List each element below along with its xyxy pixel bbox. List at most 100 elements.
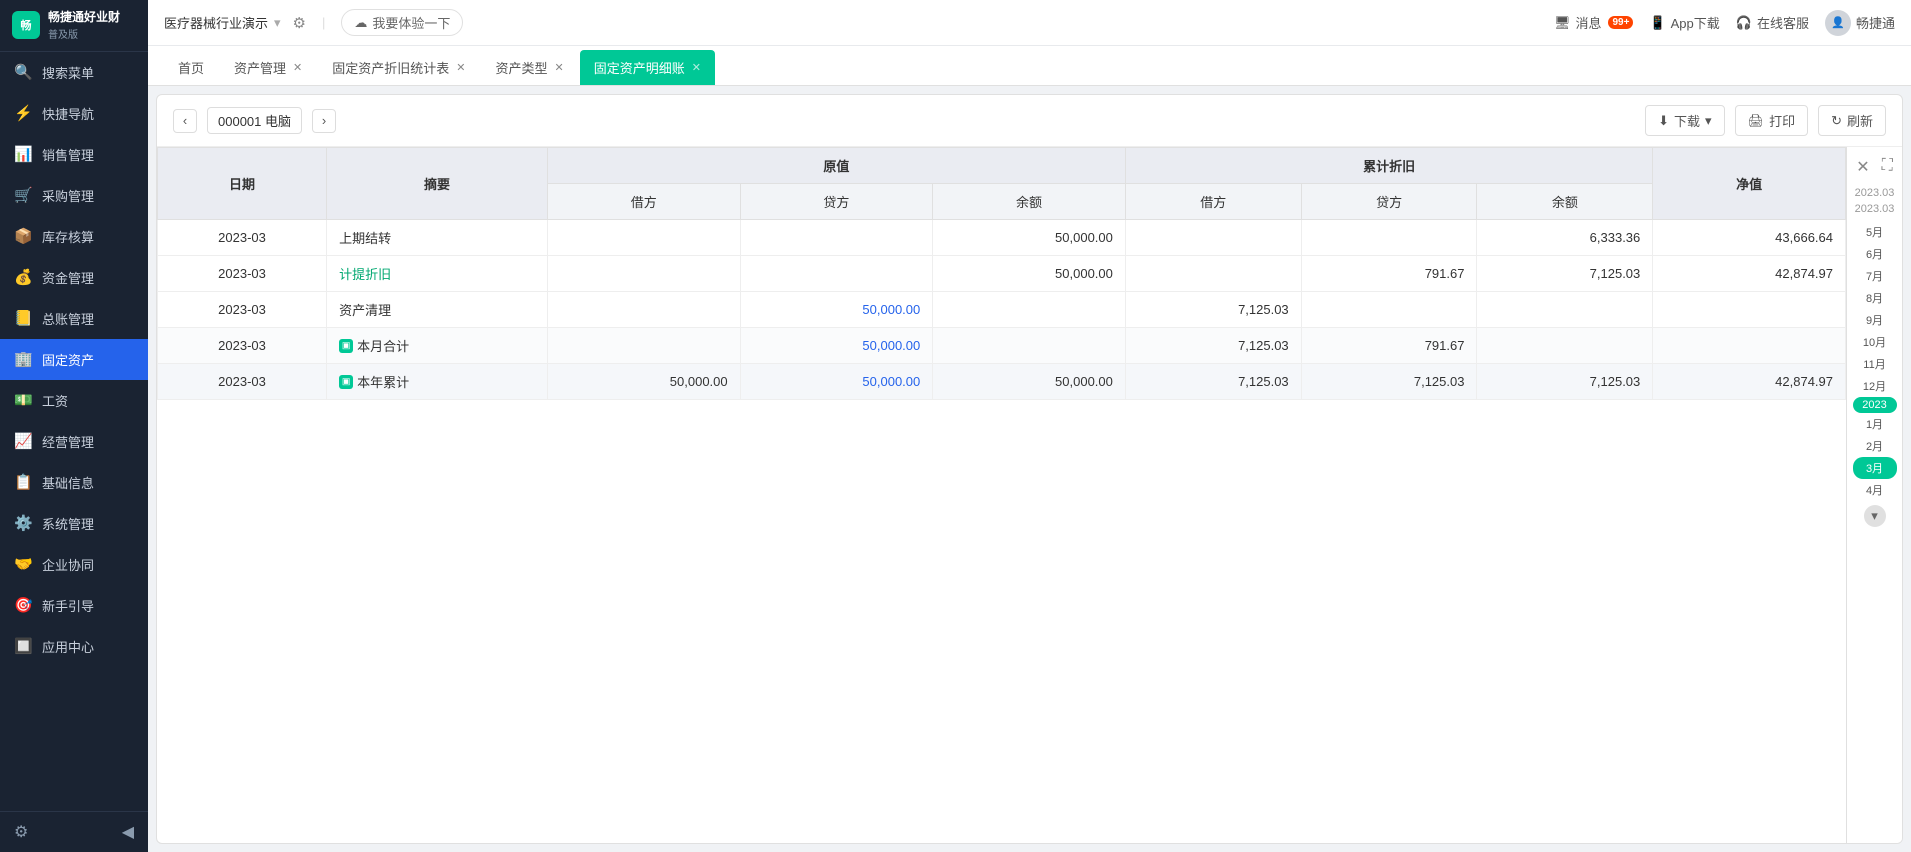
tab-home[interactable]: 首页: [164, 50, 218, 85]
tab-asset-type[interactable]: 资产类型 ✕: [481, 50, 577, 85]
sidebar-item-label: 基础信息: [42, 473, 94, 492]
timeline-month[interactable]: 5月: [1853, 221, 1897, 243]
customer-service-btn[interactable]: 🎧 在线客服: [1736, 13, 1809, 32]
print-btn[interactable]: 🖨 打印: [1735, 105, 1809, 136]
timeline-month[interactable]: 2月: [1853, 435, 1897, 457]
timeline-month[interactable]: 6月: [1853, 243, 1897, 265]
settings-icon[interactable]: ⚙: [14, 822, 28, 842]
timeline-month[interactable]: 3月: [1853, 457, 1897, 479]
sidebar-item-inventory[interactable]: 📦 库存核算: [0, 216, 148, 257]
sidebar-item-enterprise[interactable]: 🤝 企业协同: [0, 544, 148, 585]
cell-summary: ▣本月合计: [327, 328, 548, 364]
sidebar-item-basic-info[interactable]: 📋 基础信息: [0, 462, 148, 503]
cell-ov-balance: [933, 292, 1126, 328]
company-selector[interactable]: 医疗器械行业演示 ▾: [164, 13, 281, 32]
timeline-month[interactable]: 7月: [1853, 265, 1897, 287]
table-row: 2023-03 资产清理 50,000.00 7,125.03: [158, 292, 1846, 328]
sidebar-item-purchase[interactable]: 🛒 采购管理: [0, 175, 148, 216]
timeline-month[interactable]: 10月: [1853, 331, 1897, 353]
experience-label: 我要体验一下: [372, 13, 450, 32]
cell-ad-balance: [1477, 292, 1653, 328]
cell-ov-credit: [740, 256, 933, 292]
tab-asset-mgmt[interactable]: 资产管理 ✕: [220, 50, 316, 85]
download-icon: ⬇: [1658, 113, 1669, 129]
timeline-month[interactable]: 8月: [1853, 287, 1897, 309]
purchase-icon: 🛒: [14, 186, 32, 204]
col-ad-debit: 借方: [1125, 184, 1301, 220]
sidebar-item-label: 应用中心: [42, 637, 94, 656]
guide-icon: 🎯: [14, 596, 32, 614]
sidebar-item-ledger[interactable]: 📒 总账管理: [0, 298, 148, 339]
sidebar-item-label: 采购管理: [42, 186, 94, 205]
sidebar-item-system[interactable]: ⚙️ 系统管理: [0, 503, 148, 544]
content-card: ‹ 000001 电脑 › ⬇ 下载 ▾ 🖨 打印 ↻ 刷新: [156, 94, 1903, 844]
cell-ad-balance: 7,125.03: [1477, 364, 1653, 400]
tab-close-icon[interactable]: ✕: [293, 61, 302, 74]
cell-ov-credit: 50,000.00: [740, 364, 933, 400]
sidebar-item-label: 工资: [42, 391, 68, 410]
prev-asset-btn[interactable]: ‹: [173, 109, 197, 133]
timeline-month[interactable]: 4月: [1853, 479, 1897, 501]
cell-ov-credit: 50,000.00: [740, 328, 933, 364]
table-wrapper: 日期 摘要 原值 累计折旧 净值 借方 贷方 余额 借方: [157, 147, 1846, 843]
timeline-month[interactable]: 11月: [1853, 353, 1897, 375]
sidebar-item-quick-nav[interactable]: ⚡ 快捷导航: [0, 93, 148, 134]
sidebar-item-search[interactable]: 🔍 搜索菜单: [0, 52, 148, 93]
refresh-btn[interactable]: ↻ 刷新: [1818, 105, 1886, 136]
experience-btn[interactable]: ☁ 我要体验一下: [341, 9, 463, 36]
tab-close-icon[interactable]: ✕: [456, 61, 465, 74]
timeline-year-badge[interactable]: 2023: [1853, 397, 1897, 413]
sidebar-item-funds[interactable]: 💰 资金管理: [0, 257, 148, 298]
tab-label: 固定资产折旧统计表: [332, 58, 449, 77]
tab-close-icon[interactable]: ✕: [692, 61, 701, 74]
app-download-btn[interactable]: 📱 App下载: [1649, 13, 1719, 32]
cell-ov-credit: 50,000.00: [740, 292, 933, 328]
col-ov-balance: 余额: [933, 184, 1126, 220]
messages-btn[interactable]: 🖥 消息 99+: [1554, 13, 1634, 32]
cell-date: 2023-03: [158, 364, 327, 400]
tab-asset-detail[interactable]: 固定资产明细账 ✕: [580, 50, 715, 85]
sidebar-footer: ⚙ ◀: [0, 811, 148, 852]
refresh-icon: ↻: [1831, 113, 1842, 129]
tab-depreciation-stats[interactable]: 固定资产折旧统计表 ✕: [318, 50, 479, 85]
sidebar-item-label: 系统管理: [42, 514, 94, 533]
sidebar-item-sales[interactable]: 📊 销售管理: [0, 134, 148, 175]
settings-gear-icon[interactable]: ⚙: [293, 14, 306, 32]
asset-detail-table: 日期 摘要 原值 累计折旧 净值 借方 贷方 余额 借方: [157, 147, 1846, 400]
col-original-value: 原值: [548, 148, 1126, 184]
panel-expand-btn[interactable]: ⛶: [1878, 153, 1897, 181]
download-btn[interactable]: ⬇ 下载 ▾: [1645, 105, 1724, 136]
col-ad-balance: 余额: [1477, 184, 1653, 220]
timeline-month[interactable]: 12月: [1853, 375, 1897, 397]
cell-ad-debit: [1125, 220, 1301, 256]
company-name: 医疗器械行业演示: [164, 13, 268, 32]
tab-close-icon[interactable]: ✕: [555, 61, 564, 74]
timeline: 5月6月7月8月9月10月11月12月20231月2月3月4月 ▾: [1853, 221, 1897, 527]
ledger-icon: 📒: [14, 309, 32, 327]
next-asset-btn[interactable]: ›: [312, 109, 336, 133]
cell-ov-balance: 50,000.00: [933, 364, 1126, 400]
dropdown-icon: ▾: [1705, 113, 1712, 129]
inventory-icon: 📦: [14, 227, 32, 245]
user-profile-btn[interactable]: 👤 畅捷通: [1825, 10, 1895, 36]
timeline-month[interactable]: 1月: [1853, 413, 1897, 435]
panel-close-btn[interactable]: ✕: [1852, 153, 1873, 181]
sidebar-item-guide[interactable]: 🎯 新手引导: [0, 585, 148, 626]
cell-date: 2023-03: [158, 220, 327, 256]
lightning-icon: ⚡: [14, 104, 32, 122]
cell-ov-balance: [933, 328, 1126, 364]
timeline-scroll-down[interactable]: ▾: [1864, 505, 1886, 527]
phone-icon: 📱: [1649, 15, 1665, 31]
dropdown-icon: ▾: [274, 15, 281, 31]
print-icon: 🖨: [1748, 113, 1765, 129]
asset-id-tag: 000001 电脑: [207, 107, 302, 134]
funds-icon: 💰: [14, 268, 32, 286]
timeline-month[interactable]: 9月: [1853, 309, 1897, 331]
sidebar-item-fixed-assets[interactable]: 🏢 固定资产: [0, 339, 148, 380]
sidebar-item-apps[interactable]: 🔲 应用中心: [0, 626, 148, 667]
sidebar-item-operations[interactable]: 📈 经营管理: [0, 421, 148, 462]
cell-ad-credit: 791.67: [1301, 256, 1477, 292]
info-icon: 📋: [14, 473, 32, 491]
collapse-icon[interactable]: ◀: [122, 822, 134, 842]
sidebar-item-salary[interactable]: 💵 工资: [0, 380, 148, 421]
